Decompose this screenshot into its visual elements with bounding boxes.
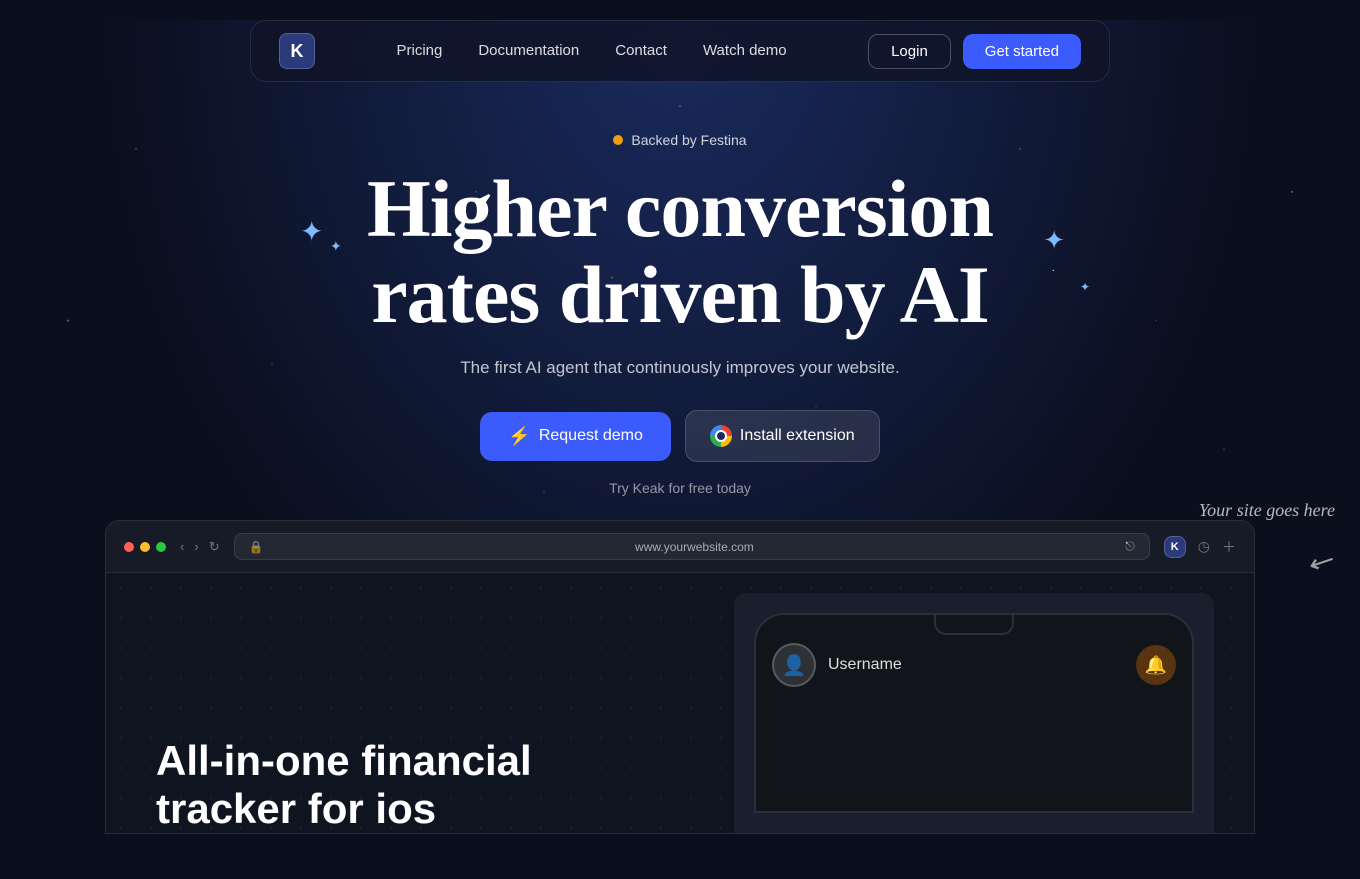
url-text: www.yourwebsite.com (635, 540, 754, 554)
keak-browser-icon: K (1164, 536, 1186, 558)
request-demo-label: Request demo (539, 427, 643, 445)
browser-mockup: ‹ › ↻ 🔒 www.yourwebsite.com ⎋ K ◷ ＋ All-… (105, 520, 1255, 834)
share-icon: ⎋ (1125, 539, 1135, 554)
phone-notification-bell: 🔔 (1136, 645, 1176, 685)
hero-cta-group: ⚡ Request demo Install extension (0, 410, 1360, 462)
badge-dot (613, 135, 623, 145)
website-heading: All-in-one financial tracker for ios (156, 737, 684, 834)
website-heading-line2: tracker for ios (156, 785, 436, 832)
refresh-icon[interactable]: ↻ (209, 539, 220, 555)
sparkle-icon-3: ✦ (1043, 225, 1065, 256)
hero-title-line2: rates driven by AI (371, 249, 989, 340)
phone-notch (934, 615, 1014, 635)
site-annotation: Your site goes here ↙ (1199, 500, 1335, 559)
login-button[interactable]: Login (868, 34, 951, 69)
close-dot[interactable] (124, 542, 134, 552)
try-free-text: Try Keak for free today (0, 480, 1360, 496)
nav-link-watch-demo[interactable]: Watch demo (703, 42, 787, 59)
sparkle-icon-1: ✦ (300, 215, 323, 248)
hero-title-line1: Higher conversion (367, 163, 993, 254)
nav-links: Pricing Documentation Contact Watch demo (396, 42, 786, 60)
backed-badge: Backed by Festina (613, 132, 746, 148)
forward-icon[interactable]: › (194, 539, 198, 554)
website-left-content: All-in-one financial tracker for ios (106, 677, 734, 834)
browser-content: All-in-one financial tracker for ios 👤 U… (106, 573, 1254, 833)
nav-link-contact[interactable]: Contact (615, 42, 667, 59)
phone-user-row: 👤 Username (772, 643, 902, 687)
website-right-content: 👤 Username 🔔 (734, 593, 1214, 833)
lightning-icon: ⚡ (508, 426, 530, 447)
browser-topbar: ‹ › ↻ 🔒 www.yourwebsite.com ⎋ K ◷ ＋ (106, 521, 1254, 573)
request-demo-button[interactable]: ⚡ Request demo (480, 412, 670, 461)
browser-url-bar[interactable]: 🔒 www.yourwebsite.com ⎋ (234, 533, 1150, 560)
install-extension-button[interactable]: Install extension (685, 410, 880, 462)
back-icon[interactable]: ‹ (180, 539, 184, 554)
browser-nav-buttons: ‹ › ↻ (180, 539, 220, 555)
sparkle-icon-2: ✦ (330, 238, 342, 255)
sparkle-icon-4: ✦ (1080, 280, 1090, 294)
maximize-dot[interactable] (156, 542, 166, 552)
minimize-dot[interactable] (140, 542, 150, 552)
phone-avatar: 👤 (772, 643, 816, 687)
logo[interactable]: K (279, 33, 315, 69)
badge-text: Backed by Festina (631, 132, 746, 148)
phone-mockup: 👤 Username 🔔 (754, 613, 1194, 813)
hero-section: Backed by Festina Higher conversion rate… (0, 102, 1360, 496)
sparkle-icon-5: · (1052, 265, 1055, 276)
hero-subtitle: The first AI agent that continuously imp… (0, 358, 1360, 378)
hero-title: Higher conversion rates driven by AI (0, 166, 1360, 338)
phone-username: Username (828, 656, 902, 674)
lock-icon: 🔒 (249, 540, 264, 554)
browser-window-controls (124, 542, 166, 552)
nav-actions: Login Get started (868, 34, 1081, 69)
get-started-button[interactable]: Get started (963, 34, 1081, 69)
nav-link-pricing[interactable]: Pricing (396, 42, 442, 59)
chrome-icon (710, 425, 732, 447)
nav-link-documentation[interactable]: Documentation (478, 42, 579, 59)
navbar: K Pricing Documentation Contact Watch de… (250, 20, 1110, 82)
website-heading-line1: All-in-one financial (156, 737, 532, 784)
install-ext-label: Install extension (740, 427, 855, 445)
